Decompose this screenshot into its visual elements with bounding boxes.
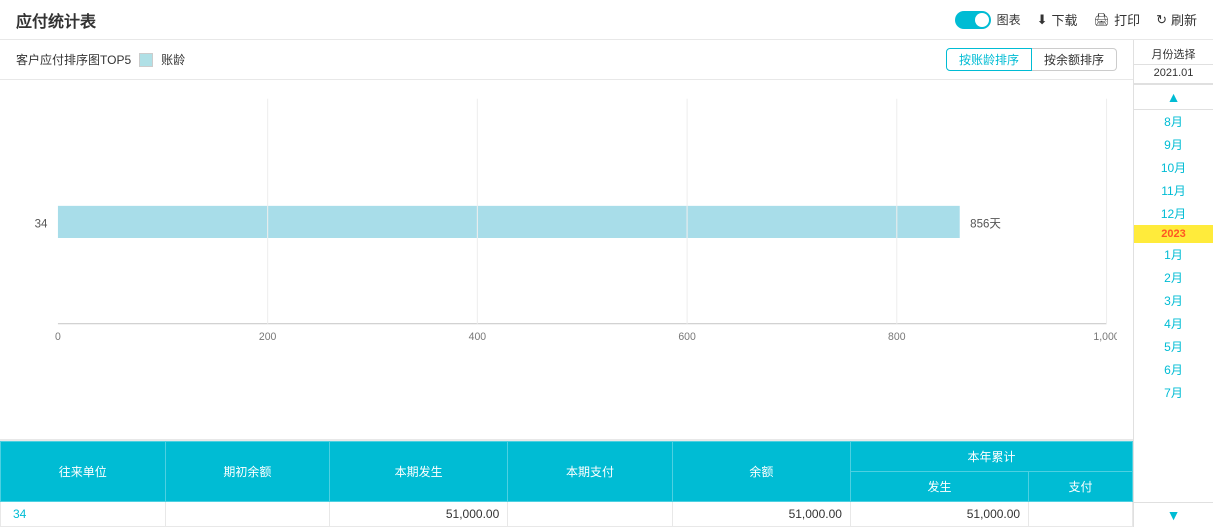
chart-bar bbox=[58, 206, 960, 238]
cell-ytd-occur: 51,000.00 bbox=[850, 502, 1028, 527]
month-item[interactable]: 5月 bbox=[1134, 335, 1213, 358]
cell-balance: 51,000.00 bbox=[672, 502, 850, 527]
refresh-label: 刷新 bbox=[1171, 10, 1197, 29]
month-item[interactable]: 7月 bbox=[1134, 381, 1213, 404]
legend-box-label: 账龄 bbox=[161, 51, 185, 68]
sort-by-age-button[interactable]: 按账龄排序 bbox=[946, 48, 1032, 71]
month-item[interactable]: 8月 bbox=[1134, 110, 1213, 133]
table-area: 往来单位 期初余额 本期发生 本期支付 余额 本年累计 发生 支付 bbox=[0, 439, 1133, 527]
chart-sort: 按账龄排序 按余额排序 bbox=[946, 48, 1117, 71]
data-table: 往来单位 期初余额 本期发生 本期支付 余额 本年累计 发生 支付 bbox=[0, 441, 1133, 527]
chart-legend: 客户应付排序图TOP5 账龄 bbox=[16, 51, 185, 68]
th-opening: 期初余额 bbox=[165, 442, 330, 502]
th-ytd-occur: 发生 bbox=[850, 472, 1028, 502]
th-ytd-group: 本年累计 bbox=[850, 442, 1132, 472]
month-item[interactable]: 11月 bbox=[1134, 179, 1213, 202]
chart-canvas: 34 856天 0 200 400 600 800 1,000 bbox=[0, 80, 1133, 439]
cell-unit[interactable]: 34 bbox=[1, 502, 166, 527]
month-item[interactable]: 3月 bbox=[1134, 289, 1213, 312]
print-icon: 🖨 bbox=[1094, 12, 1111, 28]
svg-text:34: 34 bbox=[35, 217, 48, 230]
header: 应付统计表 图表 ⬇ 下载 🖨 打印 ↻ 刷新 bbox=[0, 0, 1213, 40]
download-label: 下载 bbox=[1052, 10, 1078, 29]
svg-text:0: 0 bbox=[55, 331, 61, 343]
download-button[interactable]: ⬇ 下载 bbox=[1037, 10, 1078, 29]
page-title: 应付统计表 bbox=[16, 8, 96, 32]
download-icon: ⬇ bbox=[1037, 12, 1048, 28]
svg-text:400: 400 bbox=[469, 331, 487, 343]
th-balance: 余额 bbox=[672, 442, 850, 502]
chart-header: 客户应付排序图TOP5 账龄 按账龄排序 按余额排序 bbox=[0, 40, 1133, 80]
header-actions: 图表 ⬇ 下载 🖨 打印 ↻ 刷新 bbox=[955, 10, 1197, 29]
scroll-up-button[interactable]: ▲ bbox=[1134, 84, 1213, 110]
sort-by-balance-button[interactable]: 按余额排序 bbox=[1032, 48, 1117, 71]
th-unit: 往来单位 bbox=[1, 442, 166, 502]
svg-text:856天: 856天 bbox=[970, 217, 1001, 230]
print-label: 打印 bbox=[1114, 10, 1140, 29]
month-item[interactable]: 2023 bbox=[1134, 225, 1213, 243]
cell-opening bbox=[165, 502, 330, 527]
table-row: 3451,000.0051,000.0051,000.00 bbox=[1, 502, 1133, 527]
chart-toggle-wrap: 图表 bbox=[955, 11, 1021, 29]
refresh-icon: ↻ bbox=[1156, 12, 1167, 28]
chart-toggle[interactable] bbox=[955, 11, 991, 29]
svg-text:1,000: 1,000 bbox=[1093, 331, 1117, 343]
refresh-button[interactable]: ↻ 刷新 bbox=[1156, 10, 1197, 29]
chart-toggle-label: 图表 bbox=[997, 11, 1021, 28]
svg-text:800: 800 bbox=[888, 331, 906, 343]
sidebar-month-label: 月份选择 bbox=[1134, 40, 1213, 65]
sidebar-current-date: 2021.01 bbox=[1134, 65, 1213, 84]
svg-text:600: 600 bbox=[678, 331, 696, 343]
month-list: 8月9月10月11月12月20231月2月3月4月5月6月7月 bbox=[1134, 110, 1213, 404]
month-item[interactable]: 12月 bbox=[1134, 202, 1213, 225]
main-content: 客户应付排序图TOP5 账龄 按账龄排序 按余额排序 34 bbox=[0, 40, 1213, 527]
svg-text:200: 200 bbox=[259, 331, 277, 343]
month-item[interactable]: 9月 bbox=[1134, 133, 1213, 156]
chart-area: 客户应付排序图TOP5 账龄 按账龄排序 按余额排序 34 bbox=[0, 40, 1133, 527]
app-container: 应付统计表 图表 ⬇ 下载 🖨 打印 ↻ 刷新 bbox=[0, 0, 1213, 527]
cell-current-occur: 51,000.00 bbox=[330, 502, 508, 527]
legend-title: 客户应付排序图TOP5 bbox=[16, 51, 131, 68]
th-ytd-pay: 支付 bbox=[1029, 472, 1133, 502]
chart-svg: 34 856天 0 200 400 600 800 1,000 bbox=[16, 88, 1117, 388]
th-current-occur: 本期发生 bbox=[330, 442, 508, 502]
month-item[interactable]: 2月 bbox=[1134, 266, 1213, 289]
cell-current-pay bbox=[508, 502, 673, 527]
cell-ytd-pay bbox=[1029, 502, 1133, 527]
month-item[interactable]: 6月 bbox=[1134, 358, 1213, 381]
bar-chart: 34 856天 0 200 400 600 800 1,000 bbox=[16, 88, 1117, 388]
month-item[interactable]: 10月 bbox=[1134, 156, 1213, 179]
print-button[interactable]: 🖨 打印 bbox=[1094, 10, 1141, 29]
th-current-pay: 本期支付 bbox=[508, 442, 673, 502]
scroll-down-button[interactable]: ▼ bbox=[1134, 502, 1213, 527]
legend-box bbox=[139, 53, 153, 67]
sidebar-scroll: 8月9月10月11月12月20231月2月3月4月5月6月7月 bbox=[1134, 110, 1213, 502]
right-sidebar: 月份选择 2021.01 ▲ 8月9月10月11月12月20231月2月3月4月… bbox=[1133, 40, 1213, 527]
month-item[interactable]: 4月 bbox=[1134, 312, 1213, 335]
month-item[interactable]: 1月 bbox=[1134, 243, 1213, 266]
